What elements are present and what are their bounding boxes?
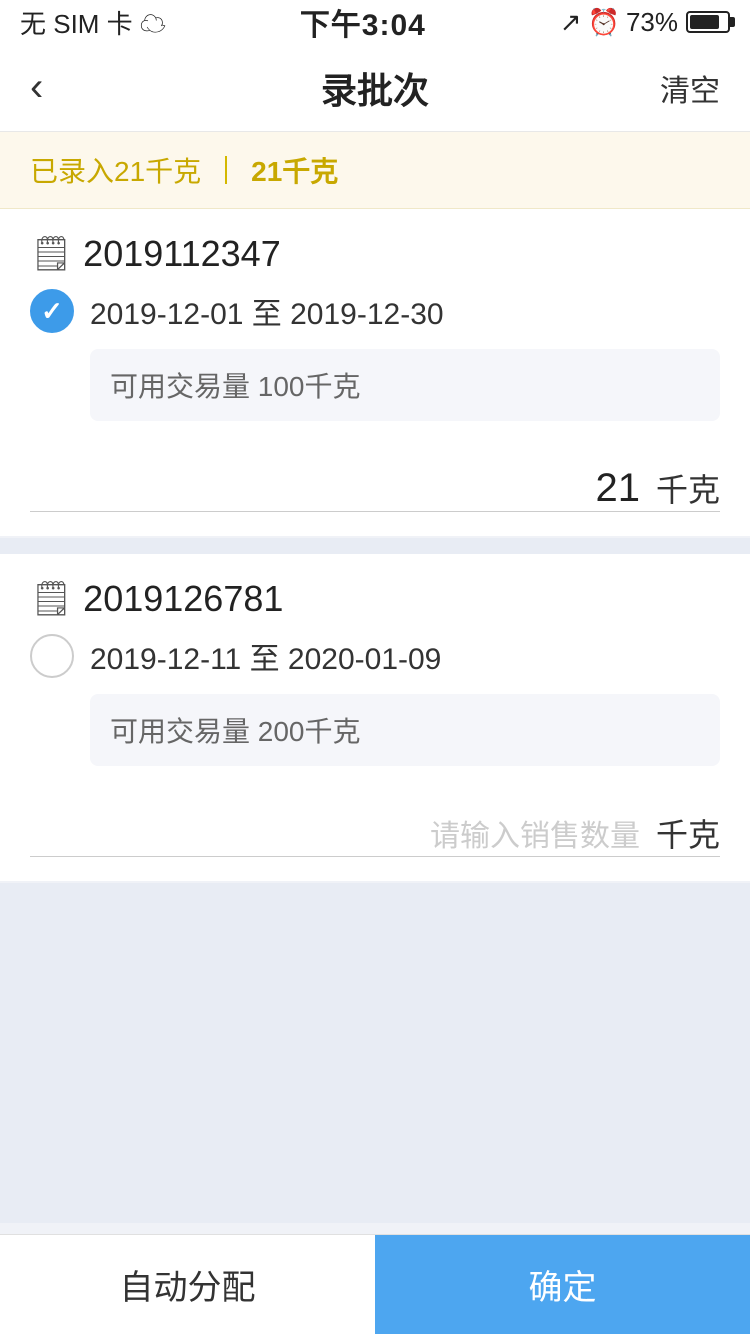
empty-area [0,883,750,1223]
info-divider [225,156,227,184]
batch-1-date-row[interactable]: 2019-12-01 至 2019-12-30 [30,289,720,333]
alarm-icon: ⏰ [588,7,620,38]
batch-1-quantity-row: 21 千克 [0,445,750,511]
batch-1-header: 🗒 2019112347 [30,233,720,275]
info-banner: 已录入21千克 21千克 [0,132,750,209]
status-bar: 无 SIM 卡 ☁ 下午3:04 ↗ ⏰ 73% [0,0,750,44]
batch-2-header: 🗒 2019126781 [30,578,720,620]
batch-card-1: 🗒 2019112347 2019-12-01 至 2019-12-30 可用交… [0,209,750,536]
page-title: 录批次 [321,62,429,114]
batch-1-date: 2019-12-01 至 2019-12-30 [90,289,444,333]
batch-2-date-row[interactable]: 2019-12-11 至 2020-01-09 [30,634,720,678]
batch-1-quantity-value[interactable]: 21 [595,466,640,511]
clear-button[interactable]: 清空 [660,66,720,110]
recorded-value: 21千克 [251,150,338,190]
batch-2-unit: 千克 [656,810,720,856]
batch-2-date: 2019-12-11 至 2020-01-09 [90,634,441,678]
recorded-label: 已录入21千克 [30,150,201,190]
no-sim-label: 无 SIM 卡 ☁ [20,4,166,41]
section-separator [0,538,750,554]
batch-1-available: 可用交易量 100千克 [90,349,720,421]
bottom-bar: 自动分配 确定 [0,1234,750,1334]
status-time: 下午3:04 [300,0,426,44]
batch-2-icon: 🗒 [30,579,73,619]
batch-2-available: 可用交易量 200千克 [90,694,720,766]
status-left: 无 SIM 卡 ☁ [20,4,166,41]
batch-1-number: 2019112347 [83,233,281,275]
battery-percent: 73% [626,7,678,38]
batch-1-unit: 千克 [656,465,720,511]
batch-2-number: 2019126781 [83,578,283,620]
batch-1-radio[interactable] [30,289,74,333]
confirm-button[interactable]: 确定 [375,1235,750,1334]
batch-1-icon: 🗒 [30,234,73,274]
batch-card-2: 🗒 2019126781 2019-12-11 至 2020-01-09 可用交… [0,554,750,881]
back-button[interactable]: ‹ [30,65,90,110]
location-icon: ↗ [560,7,582,38]
status-right: ↗ ⏰ 73% [560,7,730,38]
nav-bar: ‹ 录批次 清空 [0,44,750,132]
auto-assign-button[interactable]: 自动分配 [0,1235,375,1334]
battery-icon [686,11,730,33]
batch-2-input-placeholder[interactable]: 请输入销售数量 [30,811,640,855]
batch-2-quantity-row: 请输入销售数量 千克 [0,790,750,856]
batch-2-radio[interactable] [30,634,74,678]
